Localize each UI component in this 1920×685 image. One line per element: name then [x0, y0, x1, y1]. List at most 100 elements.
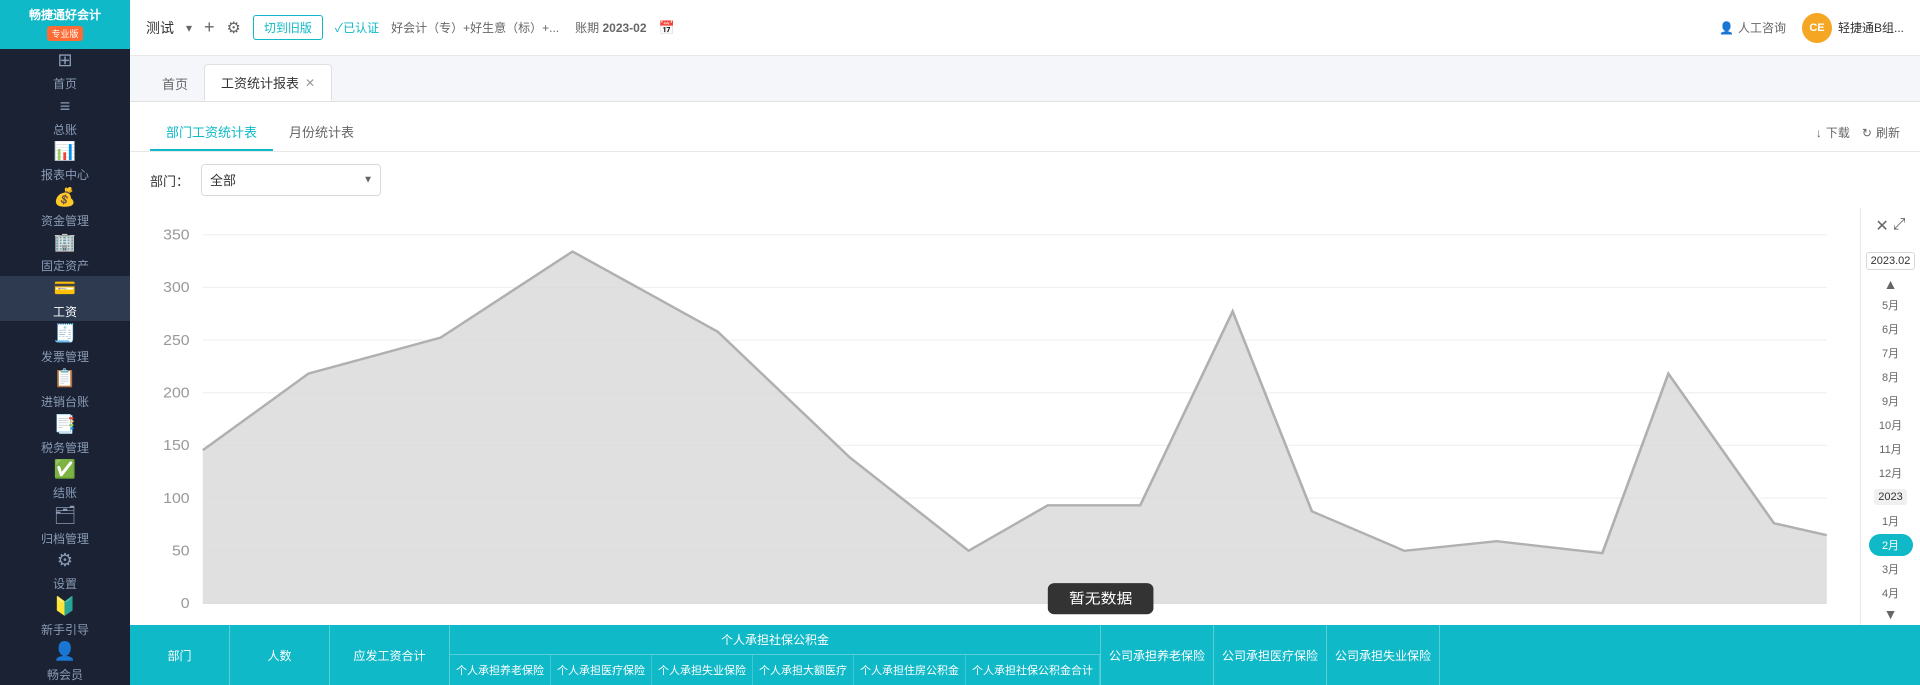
refresh-button[interactable]: ↻ 刷新 [1862, 124, 1900, 141]
sub-tab-dept[interactable]: 部门工资统计表 [150, 114, 273, 151]
sidebar-label-ledger: 总账 [53, 121, 77, 138]
right-panel-scroll-up[interactable]: ▲ [1884, 276, 1898, 292]
sidebar-item-reports[interactable]: 📊 报表中心 [0, 140, 130, 185]
month-11[interactable]: 11月 [1869, 438, 1913, 460]
col-personal-total: 个人承担社保公积金合计 [966, 655, 1100, 685]
topbar-dropdown-icon[interactable]: ▾ [186, 21, 192, 35]
settle-icon: ✅ [54, 459, 76, 480]
month-6[interactable]: 6月 [1869, 318, 1913, 340]
right-panel-scroll-down[interactable]: ▼ [1884, 606, 1898, 622]
tab-home[interactable]: 首页 [146, 66, 204, 101]
month-5[interactable]: 5月 [1869, 294, 1913, 316]
sidebar-item-tax[interactable]: 📑 税务管理 [0, 412, 130, 457]
member-icon: 👤 [54, 641, 76, 662]
col-personal-unemployment: 个人承担失业保险 [652, 655, 753, 685]
chart-area: 350 300 250 200 150 100 50 0 [130, 208, 1860, 625]
month-3[interactable]: 3月 [1869, 558, 1913, 580]
switch-to-old-button[interactable]: 切到旧版 [253, 15, 323, 40]
sidebar-label-settle: 结账 [53, 484, 77, 501]
sub-tab-dept-label: 部门工资统计表 [166, 125, 257, 140]
col-personal-bigmedical: 个人承担大额医疗 [753, 655, 854, 685]
month-9[interactable]: 9月 [1869, 390, 1913, 412]
month-12[interactable]: 12月 [1869, 462, 1913, 484]
topbar-add-button[interactable]: + [204, 17, 215, 38]
month-10[interactable]: 10月 [1869, 414, 1913, 436]
svg-text:150: 150 [163, 438, 189, 454]
sidebar-label-salary: 工资 [53, 303, 77, 320]
sidebar-label-invoice: 发票管理 [41, 348, 89, 365]
month-4[interactable]: 4月 [1869, 582, 1913, 604]
sidebar-label-funds: 资金管理 [41, 212, 89, 229]
topbar-period: 账期 2023-02 [575, 19, 646, 36]
right-panel-month-list: 5月 6月 7月 8月 9月 10月 11月 12月 2023 1月 2月 3月… [1869, 294, 1913, 604]
svg-text:0: 0 [181, 596, 190, 612]
download-label: 下载 [1826, 124, 1850, 141]
sidebar-item-archive[interactable]: 🗂 归档管理 [0, 503, 130, 548]
col-company-pension: 公司承担养老保险 [1101, 625, 1214, 685]
refresh-icon: ↻ [1862, 126, 1872, 140]
right-panel-close-button[interactable]: ✕ [1875, 216, 1888, 236]
svg-text:200: 200 [163, 385, 189, 401]
sidebar-item-home[interactable]: ⊞ 首页 [0, 49, 130, 94]
topbar: 测试 ▾ + ⚙ 切到旧版 ✓已认证 好会计（专）+好生意（标）+... 账期 … [130, 0, 1920, 56]
user-name: 轻捷通B组... [1838, 19, 1904, 36]
sub-tab-monthly[interactable]: 月份统计表 [273, 114, 370, 151]
salary-icon: 💳 [54, 278, 76, 299]
salary-tab-label: 工资统计报表 [221, 73, 299, 92]
month-1[interactable]: 1月 [1869, 510, 1913, 532]
col-total-salary: 应发工资合计 [330, 625, 450, 685]
sidebar-item-sales[interactable]: 📋 进销台账 [0, 367, 130, 412]
tab-close-button[interactable]: ✕ [305, 76, 315, 90]
topbar-gear-button[interactable]: ⚙ [227, 18, 241, 38]
month-7[interactable]: 7月 [1869, 342, 1913, 364]
sidebar-item-ledger[interactable]: ≡ 总账 [0, 94, 130, 139]
newguide-icon: 🔰 [54, 596, 76, 617]
sidebar: 畅捷通好会计 专业版 ⊞ 首页 ≡ 总账 📊 报表中心 💰 资金管理 🏢 固定资… [0, 0, 130, 685]
sidebar-item-settle[interactable]: ✅ 结账 [0, 458, 130, 503]
col-company-medical: 公司承担医疗保险 [1214, 625, 1327, 685]
home-tab-label: 首页 [162, 74, 188, 93]
col-dept: 部门 [130, 625, 230, 685]
col-personal-housing: 个人承担住房公积金 [854, 655, 966, 685]
logo-badge: 专业版 [47, 26, 82, 41]
right-panel-date-label: 2023.02 [1866, 252, 1916, 270]
salary-chart: 350 300 250 200 150 100 50 0 [150, 218, 1840, 625]
sidebar-label-reports: 报表中心 [41, 166, 89, 183]
sidebar-label-member: 畅会员 [47, 666, 83, 683]
sidebar-item-invoice[interactable]: 🧾 发票管理 [0, 321, 130, 366]
refresh-label: 刷新 [1876, 124, 1900, 141]
sidebar-label-archive: 归档管理 [41, 530, 89, 547]
sub-tab-monthly-label: 月份统计表 [289, 125, 354, 140]
sidebar-item-settings[interactable]: ⚙ 设置 [0, 549, 130, 594]
settings-icon: ⚙ [57, 550, 73, 571]
funds-icon: 💰 [54, 187, 76, 208]
calendar-icon[interactable]: 📅 [659, 20, 675, 36]
tab-salary-stats[interactable]: 工资统计报表 ✕ [204, 64, 332, 101]
sidebar-item-assets[interactable]: 🏢 固定资产 [0, 230, 130, 275]
sidebar-item-salary[interactable]: 💳 工资 [0, 276, 130, 321]
user-avatar: CE [1802, 13, 1832, 43]
dept-filter-select[interactable]: 全部 销售部 财务部 人事部 技术部 [201, 164, 381, 196]
main-content: 测试 ▾ + ⚙ 切到旧版 ✓已认证 好会计（专）+好生意（标）+... 账期 … [130, 0, 1920, 685]
sidebar-item-member[interactable]: 👤 畅会员 [0, 639, 130, 684]
month-8[interactable]: 8月 [1869, 366, 1913, 388]
sidebar-item-newguide[interactable]: 🔰 新手引导 [0, 594, 130, 639]
download-icon: ↓ [1816, 126, 1822, 140]
download-button[interactable]: ↓ 下载 [1816, 124, 1850, 141]
sidebar-item-funds[interactable]: 💰 资金管理 [0, 185, 130, 230]
topbar-title: 测试 [146, 18, 174, 38]
sidebar-label-sales: 进销台账 [41, 393, 89, 410]
svg-text:100: 100 [163, 491, 189, 507]
help-label: 人工咨询 [1738, 19, 1786, 36]
right-panel-expand-button[interactable]: ⤢ [1893, 216, 1906, 240]
col-group-personal-insurance: 个人承担社保公积金 个人承担养老保险 个人承担医疗保险 个人承担失业保险 个人承… [450, 625, 1101, 685]
reports-icon: 📊 [54, 141, 76, 162]
page-content: 部门工资统计表 月份统计表 ↓ 下载 ↻ 刷新 [130, 102, 1920, 685]
sub-tab-actions: ↓ 下载 ↻ 刷新 [1816, 124, 1900, 141]
user-menu[interactable]: CE 轻捷通B组... [1802, 13, 1904, 43]
svg-text:350: 350 [163, 227, 189, 243]
topbar-tags: 好会计（专）+好生意（标）+... [391, 19, 559, 36]
month-2-active[interactable]: 2月 [1869, 534, 1913, 556]
help-button[interactable]: 👤 人工咨询 [1719, 19, 1786, 36]
svg-text:250: 250 [163, 333, 189, 349]
